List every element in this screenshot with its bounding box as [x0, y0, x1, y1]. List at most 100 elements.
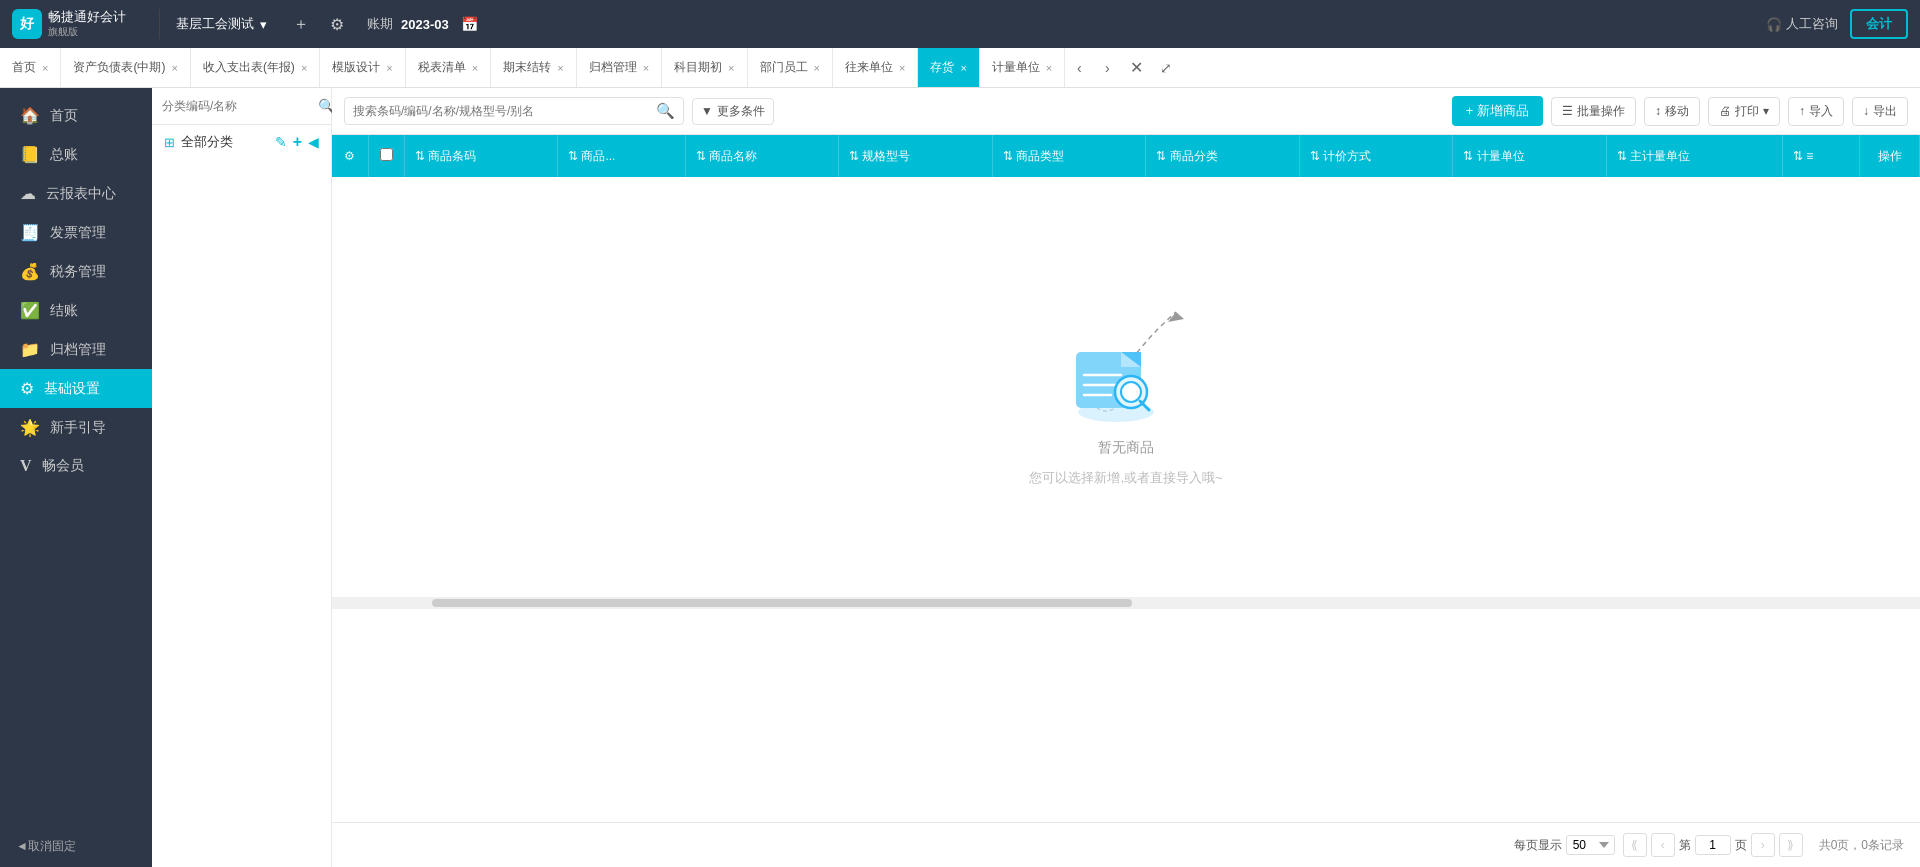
- batch-operation-button[interactable]: ☰ 批量操作: [1551, 97, 1636, 126]
- category-collapse-icon[interactable]: ◀: [308, 134, 319, 150]
- sidebar-unpin-button[interactable]: ◄取消固定: [0, 826, 152, 867]
- sidebar-item-home[interactable]: 🏠 首页: [0, 96, 152, 135]
- tab-income-close[interactable]: ×: [301, 62, 307, 74]
- expand-tab-button[interactable]: ⤢: [1151, 48, 1181, 87]
- col-price-sort-icon: ⇅: [1310, 149, 1320, 163]
- sidebar-item-member[interactable]: V 畅会员: [0, 447, 152, 485]
- tab-inventory[interactable]: 存货 ×: [918, 48, 979, 87]
- export-button[interactable]: ↓ 导出: [1852, 97, 1908, 126]
- select-all-checkbox[interactable]: [380, 148, 393, 161]
- sidebar-item-ledger[interactable]: 📒 总账: [0, 135, 152, 174]
- tab-period-end[interactable]: 期末结转 ×: [491, 48, 576, 87]
- settings-icon[interactable]: ⚙: [323, 10, 351, 38]
- tab-template-close[interactable]: ×: [386, 62, 392, 74]
- tab-prev-button[interactable]: ‹: [1065, 48, 1093, 87]
- col-type-sort-icon: ⇅: [1003, 149, 1013, 163]
- table-col-spec[interactable]: ⇅ 规格型号: [839, 135, 993, 177]
- right-content: 🔍 ▼ 更多条件 + 新增商品 ☰ 批量操作 ↕ 移动: [332, 88, 1920, 867]
- table-col-price-method[interactable]: ⇅ 计价方式: [1299, 135, 1453, 177]
- add-product-label: + 新增商品: [1466, 102, 1529, 120]
- tab-home[interactable]: 首页 ×: [0, 48, 61, 87]
- period-label: 账期: [367, 15, 393, 33]
- table-col-checkbox[interactable]: [368, 135, 404, 177]
- import-button[interactable]: ↑ 导入: [1788, 97, 1844, 126]
- col-barcode-label: 商品条码: [428, 149, 476, 163]
- col-extra-sort-icon: ⇅: [1793, 149, 1803, 163]
- last-page-button[interactable]: ⟫: [1779, 833, 1803, 857]
- tab-balance-sheet[interactable]: 资产负债表(中期) ×: [61, 48, 190, 87]
- category-add-icon[interactable]: +: [293, 133, 302, 151]
- horizontal-scrollbar[interactable]: [332, 597, 1920, 609]
- print-button[interactable]: 🖨 打印 ▾: [1708, 97, 1780, 126]
- tab-next-button[interactable]: ›: [1093, 48, 1121, 87]
- tab-subject[interactable]: 科目期初 ×: [662, 48, 747, 87]
- tab-unit-close[interactable]: ×: [1046, 62, 1052, 74]
- sidebar-item-guide[interactable]: 🌟 新手引导: [0, 408, 152, 447]
- tab-archive[interactable]: 归档管理 ×: [577, 48, 662, 87]
- page-number-input[interactable]: [1695, 835, 1731, 855]
- scrollbar-thumb[interactable]: [432, 599, 1132, 607]
- tax-icon: 💰: [20, 262, 40, 281]
- first-page-button[interactable]: ⟪: [1623, 833, 1647, 857]
- tab-period-close[interactable]: ×: [557, 62, 563, 74]
- search-icon[interactable]: 🔍: [656, 102, 675, 120]
- pagination: 每页显示 50 10 20 100 ⟪ ‹ 第 页 › ⟫: [332, 822, 1920, 867]
- table-col-main-unit[interactable]: ⇅ 主计量单位: [1606, 135, 1782, 177]
- table-col-unit[interactable]: ⇅ 计量单位: [1453, 135, 1607, 177]
- per-page-label: 每页显示: [1514, 837, 1562, 854]
- sidebar-item-closing[interactable]: ✅ 结账: [0, 291, 152, 330]
- category-search-input[interactable]: [162, 99, 312, 113]
- product-search-input[interactable]: [353, 104, 650, 118]
- table-col-category[interactable]: ⇅ 商品分类: [1146, 135, 1300, 177]
- add-tab-button[interactable]: ＋: [287, 10, 315, 38]
- export-icon: ↓: [1863, 104, 1869, 118]
- close-all-tabs-button[interactable]: ✕: [1121, 48, 1151, 87]
- sidebar-cloud-label: 云报表中心: [46, 185, 116, 203]
- tab-template[interactable]: 模版设计 ×: [320, 48, 405, 87]
- table-col-barcode[interactable]: ⇅ 商品条码: [404, 135, 558, 177]
- tab-archive-close[interactable]: ×: [643, 62, 649, 74]
- add-product-button[interactable]: + 新增商品: [1452, 96, 1543, 126]
- tab-tax-list-close[interactable]: ×: [472, 62, 478, 74]
- tab-contact[interactable]: 往来单位 ×: [833, 48, 918, 87]
- tab-tax-list[interactable]: 税表清单 ×: [406, 48, 491, 87]
- tab-balance-close[interactable]: ×: [171, 62, 177, 74]
- move-button[interactable]: ↕ 移动: [1644, 97, 1700, 126]
- tab-inventory-close[interactable]: ×: [960, 62, 966, 74]
- tab-unit[interactable]: 计量单位 ×: [980, 48, 1065, 87]
- col-op-label: 操作: [1878, 149, 1902, 163]
- more-filter-button[interactable]: ▼ 更多条件: [692, 98, 774, 125]
- tab-dept[interactable]: 部门员工 ×: [748, 48, 833, 87]
- tab-template-label: 模版设计: [332, 59, 380, 76]
- next-page-button[interactable]: ›: [1751, 833, 1775, 857]
- table-col-extra[interactable]: ⇅ ≡: [1782, 135, 1859, 177]
- tab-dept-close[interactable]: ×: [814, 62, 820, 74]
- table-col-type[interactable]: ⇅ 商品类型: [992, 135, 1146, 177]
- sidebar-tax-label: 税务管理: [50, 263, 106, 281]
- prev-page-button[interactable]: ‹: [1651, 833, 1675, 857]
- account-label: 会计: [1866, 16, 1892, 31]
- col-main-unit-label: 主计量单位: [1630, 149, 1690, 163]
- table-col-name[interactable]: ⇅ 商品名称: [685, 135, 839, 177]
- category-panel: 🔍 ⊞ 全部分类 ✎ + ◀: [152, 88, 332, 867]
- sidebar-item-basic-settings[interactable]: ⚙ 基础设置: [0, 369, 152, 408]
- sidebar-item-invoice[interactable]: 🧾 发票管理: [0, 213, 152, 252]
- tab-contact-close[interactable]: ×: [899, 62, 905, 74]
- sidebar-item-archive[interactable]: 📁 归档管理: [0, 330, 152, 369]
- sidebar-item-tax[interactable]: 💰 税务管理: [0, 252, 152, 291]
- company-selector[interactable]: 基层工会测试 ▾: [168, 15, 275, 33]
- consult-button[interactable]: 🎧 人工咨询: [1766, 15, 1838, 33]
- tab-income[interactable]: 收入支出表(年报) ×: [191, 48, 320, 87]
- per-page-select[interactable]: 50 10 20 100: [1566, 835, 1615, 855]
- calendar-icon[interactable]: 📅: [461, 16, 478, 32]
- table-col-code[interactable]: ⇅ 商品...: [558, 135, 685, 177]
- main-layout: 🏠 首页 📒 总账 ☁ 云报表中心 🧾 发票管理 💰 税务管理 ✅ 结账 📁 归…: [0, 88, 1920, 867]
- sidebar-guide-label: 新手引导: [50, 419, 106, 437]
- tab-home-close[interactable]: ×: [42, 62, 48, 74]
- account-button[interactable]: 会计: [1850, 9, 1908, 39]
- sidebar-item-cloud-report[interactable]: ☁ 云报表中心: [0, 174, 152, 213]
- category-edit-icon[interactable]: ✎: [275, 134, 287, 150]
- tab-subject-close[interactable]: ×: [728, 62, 734, 74]
- table-col-settings[interactable]: ⚙: [332, 135, 368, 177]
- category-all-item[interactable]: ⊞ 全部分类 ✎ + ◀: [152, 125, 331, 159]
